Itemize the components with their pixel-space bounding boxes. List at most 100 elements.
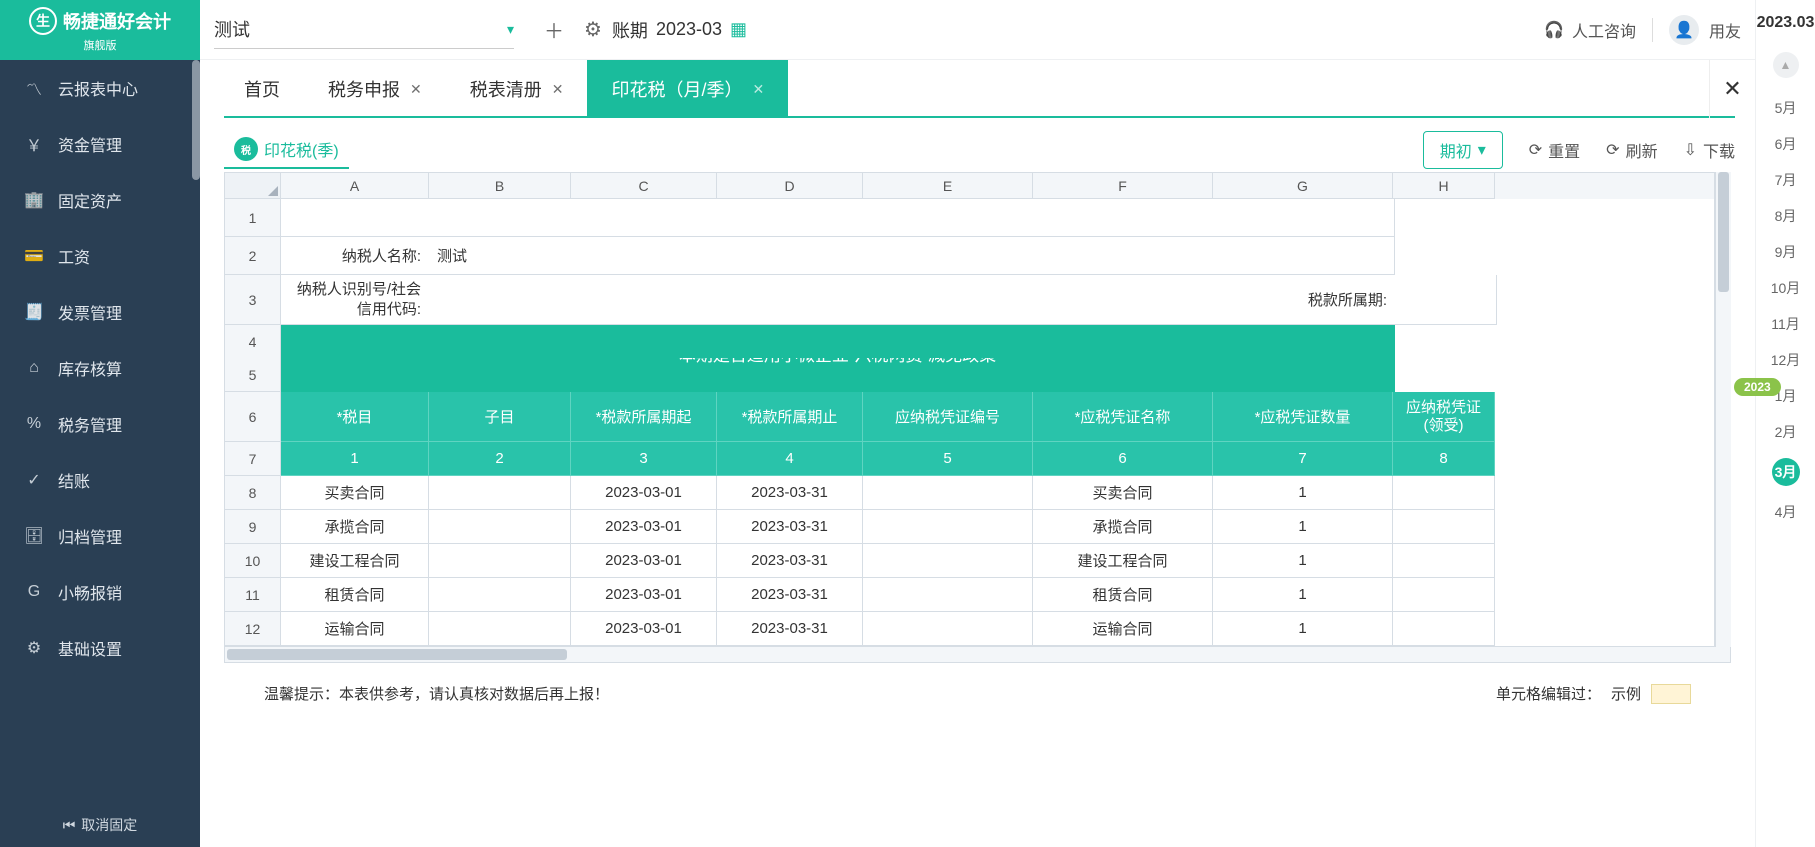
cell[interactable]: 1 [1213, 544, 1393, 578]
cell[interactable]: 运输合同 [1033, 612, 1213, 646]
sidebar-item-reports[interactable]: 〽云报表中心 [0, 60, 200, 116]
row-header[interactable]: 5 [225, 358, 281, 392]
vertical-scrollbar[interactable] [1715, 172, 1731, 647]
rail-month[interactable]: 8月 [1771, 198, 1801, 234]
cell[interactable] [429, 476, 571, 510]
col-header[interactable]: B [429, 173, 571, 199]
cell[interactable]: 承揽合同 [1033, 510, 1213, 544]
col-header[interactable]: G [1213, 173, 1393, 199]
row-header[interactable]: 7 [225, 442, 281, 476]
rail-month[interactable]: 11月 [1771, 306, 1801, 342]
cell[interactable]: 2023-03-01 [571, 476, 717, 510]
rail-month[interactable]: 9月 [1771, 234, 1801, 270]
cell[interactable] [429, 612, 571, 646]
row-header[interactable]: 1 [225, 199, 281, 237]
sidebar-item-funds[interactable]: ￥资金管理 [0, 116, 200, 172]
cell[interactable] [1393, 510, 1495, 544]
rail-month[interactable]: 2月 [1775, 414, 1797, 450]
cell[interactable] [1393, 544, 1495, 578]
close-icon[interactable]: ✕ [410, 81, 422, 98]
col-header[interactable]: F [1033, 173, 1213, 199]
cell[interactable] [429, 510, 571, 544]
cell[interactable]: 1 [1213, 510, 1393, 544]
cell[interactable]: 1 [1213, 612, 1393, 646]
cell[interactable] [863, 544, 1033, 578]
sidebar-item-invoice[interactable]: 🧾发票管理 [0, 284, 200, 340]
rail-month[interactable]: 6月 [1771, 126, 1801, 162]
rail-month[interactable]: 5月 [1771, 90, 1801, 126]
cell[interactable]: 租赁合同 [281, 578, 429, 612]
row-header[interactable]: 12 [225, 612, 281, 646]
tab-tax-declare[interactable]: 税务申报✕ [304, 60, 446, 118]
unpin-button[interactable]: ⏮ 取消固定 [0, 803, 200, 847]
company-select[interactable]: 测试 ▾ [214, 10, 514, 49]
cell[interactable] [863, 612, 1033, 646]
taxpayer-name-value[interactable]: 测试 [429, 237, 1395, 275]
sidebar-item-salary[interactable]: 💳工资 [0, 228, 200, 284]
cell[interactable] [429, 578, 571, 612]
sidebar-menu[interactable]: 〽云报表中心 ￥资金管理 🏢固定资产 💳工资 🧾发票管理 ⌂库存核算 %税务管理… [0, 60, 200, 803]
tab-home[interactable]: 首页 [220, 60, 304, 118]
col-header[interactable]: A [281, 173, 429, 199]
settings-button[interactable]: ⚙ [584, 17, 602, 42]
cell[interactable]: 租赁合同 [1033, 578, 1213, 612]
tab-stamp-tax[interactable]: 印花税（月/季）✕ [587, 60, 788, 118]
col-header[interactable]: C [571, 173, 717, 199]
cell[interactable]: 1 [1213, 578, 1393, 612]
sheet-grid[interactable]: A B C D E F G H 1 2 纳税人名称: 测试 [224, 172, 1715, 647]
col-header[interactable]: E [863, 173, 1033, 199]
horizontal-scrollbar[interactable] [224, 647, 1731, 663]
row-header[interactable]: 4 [225, 325, 281, 359]
row-header[interactable]: 9 [225, 510, 281, 544]
user-menu[interactable]: 👤 用友 [1669, 15, 1741, 45]
close-all-tabs-button[interactable]: ✕ [1709, 60, 1755, 118]
cell[interactable] [281, 199, 1395, 237]
cell[interactable]: 承揽合同 [281, 510, 429, 544]
cell[interactable]: 建设工程合同 [281, 544, 429, 578]
scroll-thumb[interactable] [227, 649, 567, 660]
cell[interactable] [863, 510, 1033, 544]
col-header[interactable]: H [1393, 173, 1495, 199]
rail-month[interactable]: 4月 [1775, 494, 1797, 530]
cell[interactable]: 运输合同 [281, 612, 429, 646]
rail-month[interactable]: 7月 [1771, 162, 1801, 198]
cell[interactable]: 2023-03-01 [571, 612, 717, 646]
close-icon[interactable]: ✕ [552, 81, 564, 98]
row-header[interactable]: 2 [225, 237, 281, 275]
sidebar-item-tax[interactable]: %税务管理 [0, 396, 200, 452]
cell[interactable]: 2023-03-31 [717, 578, 863, 612]
tax-period-value[interactable] [1395, 275, 1497, 325]
refresh-button[interactable]: ⟳刷新 [1606, 138, 1657, 162]
sidebar-item-stock[interactable]: ⌂库存核算 [0, 340, 200, 396]
cell[interactable]: 2023-03-01 [571, 578, 717, 612]
row-header[interactable]: 6 [225, 392, 281, 442]
subtab-stamp-quarter[interactable]: 税 印花税(季) [224, 131, 349, 169]
cell[interactable] [863, 476, 1033, 510]
close-icon[interactable]: ✕ [752, 81, 764, 98]
row-header[interactable]: 10 [225, 544, 281, 578]
sidebar-item-archive[interactable]: 🗄归档管理 [0, 508, 200, 564]
cell[interactable]: 买卖合同 [281, 476, 429, 510]
cell[interactable] [1393, 612, 1495, 646]
sidebar-item-assets[interactable]: 🏢固定资产 [0, 172, 200, 228]
sidebar-item-settings[interactable]: ⚙基础设置 [0, 620, 200, 676]
rail-month-active[interactable]: 3月 [1756, 450, 1815, 494]
cell[interactable]: 2023-03-31 [717, 544, 863, 578]
reset-button[interactable]: ⟳重置 [1529, 138, 1580, 162]
consult-button[interactable]: 🎧 人工咨询 [1544, 18, 1636, 42]
row-header[interactable]: 3 [225, 275, 281, 325]
cell[interactable]: 2023-03-31 [717, 612, 863, 646]
cell[interactable]: 买卖合同 [1033, 476, 1213, 510]
tab-tax-list[interactable]: 税表清册✕ [446, 60, 588, 118]
download-button[interactable]: ⇩下载 [1684, 138, 1735, 162]
row-header[interactable]: 11 [225, 578, 281, 612]
col-header[interactable]: D [717, 173, 863, 199]
rail-up-button[interactable]: ▲ [1773, 52, 1799, 78]
cell[interactable]: 2023-03-31 [717, 510, 863, 544]
period-picker[interactable]: 2023-03 ▦ [656, 19, 747, 40]
cell[interactable]: 2023-03-01 [571, 510, 717, 544]
taxpayer-id-value[interactable] [429, 275, 1215, 325]
cell[interactable]: 1 [1213, 476, 1393, 510]
cell[interactable] [1393, 476, 1495, 510]
cell[interactable] [863, 578, 1033, 612]
